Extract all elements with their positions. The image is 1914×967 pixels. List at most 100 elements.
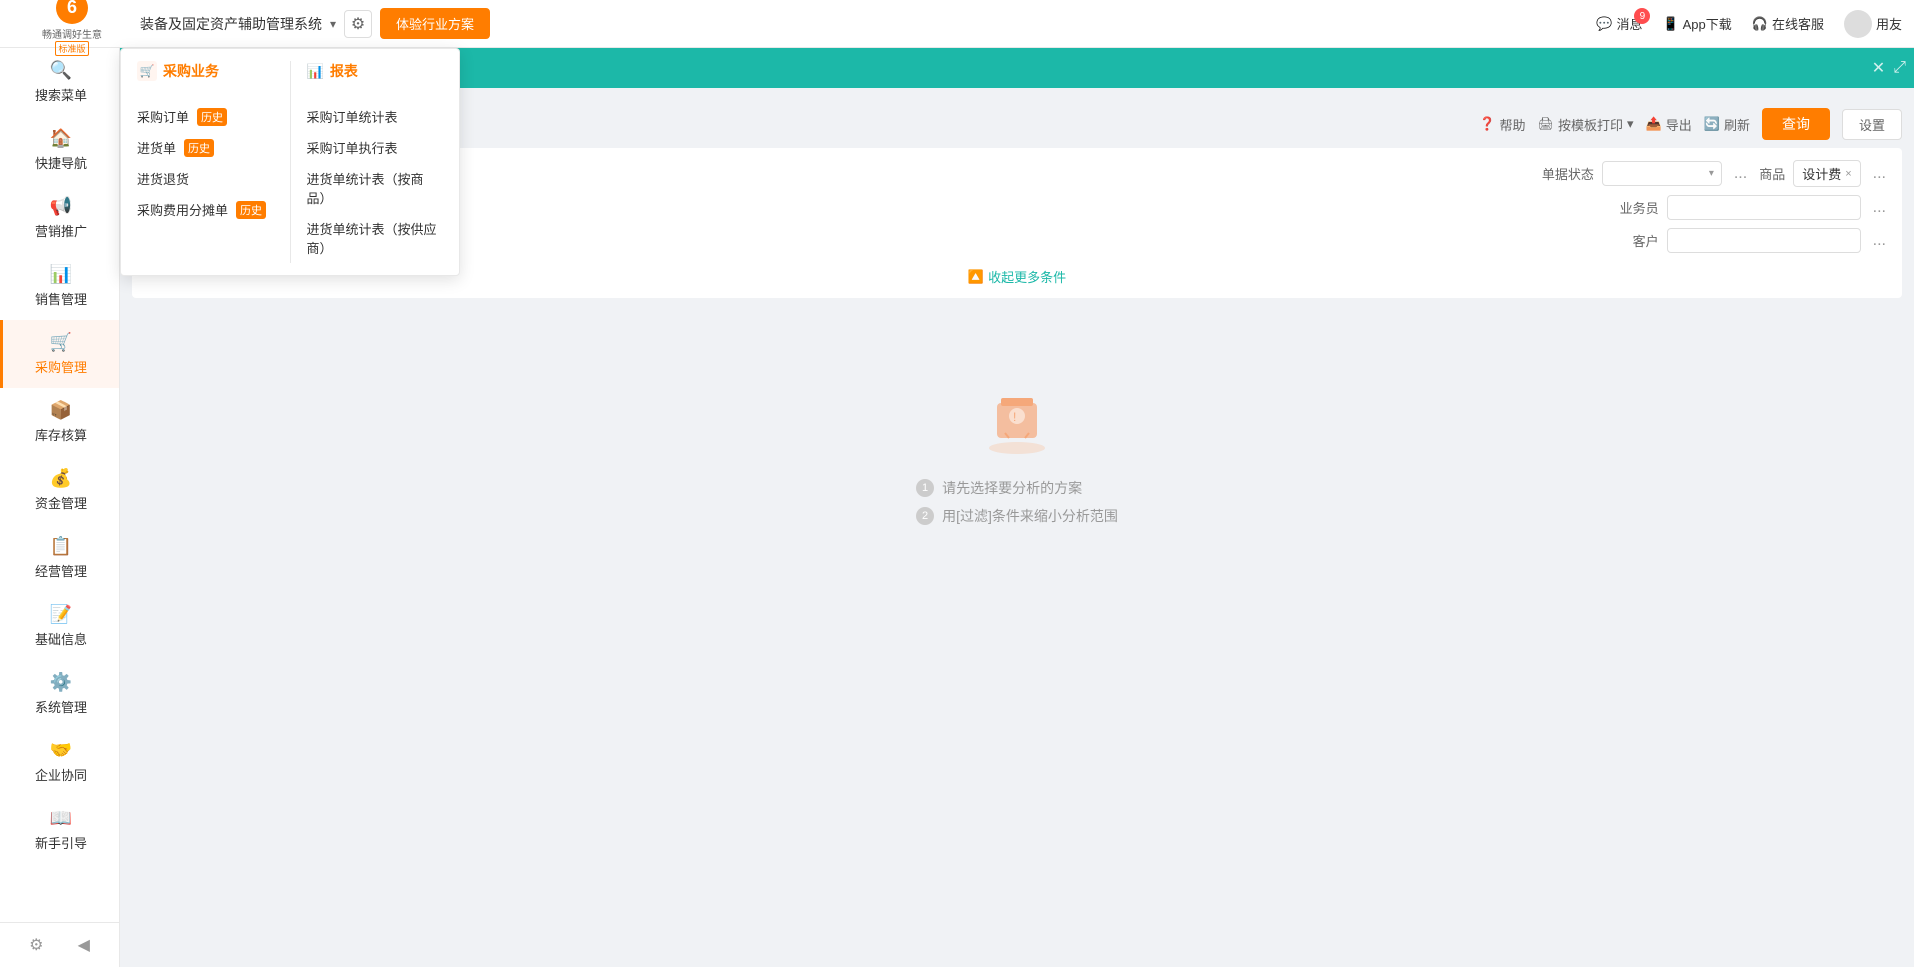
- sidebar-item-marketing[interactable]: 📢 营销推广: [0, 184, 119, 252]
- collapse-btn[interactable]: 🔼 收起更多条件: [968, 267, 1066, 286]
- system-dropdown-btn[interactable]: ▾: [330, 17, 336, 31]
- sidebar-settings-btn[interactable]: ⚙: [29, 935, 43, 955]
- app-download-btn[interactable]: 📱 App下载: [1662, 14, 1731, 33]
- sidebar-item-inventory[interactable]: 📦 库存核算: [0, 388, 119, 456]
- customer-label: 客户: [1633, 231, 1659, 250]
- sidebar-item-sales[interactable]: 📊 销售管理: [0, 252, 119, 320]
- sidebar-item-label-system: 系统管理: [35, 697, 87, 716]
- sidebar-item-system[interactable]: ⚙️ 系统管理: [0, 660, 119, 728]
- goods-ellipsis[interactable]: ...: [1873, 165, 1886, 183]
- purchase-biz-col: 🛒 采购业务 采购订单 历史 进货单 历史 进货退货 采购费用分摊单 历史: [121, 61, 290, 263]
- menu-purchase-return[interactable]: 进货退货: [137, 163, 274, 194]
- sidebar-item-label-quick-nav: 快捷导航: [35, 153, 87, 172]
- search-icon: 🔍: [50, 60, 72, 81]
- menu-purchase-return-label: 进货退货: [137, 169, 189, 188]
- sidebar-item-label-purchase: 采购管理: [35, 357, 87, 376]
- doc-status-label: 单据状态: [1542, 164, 1594, 183]
- tab-close-action[interactable]: ✕: [1872, 58, 1885, 78]
- empty-state: ! 1 请先选择要分析的方案 2 用[过滤]条件来缩小分析范围: [132, 298, 1902, 610]
- sidebar-collapse-btn[interactable]: ◀: [78, 935, 90, 955]
- messages-btn[interactable]: 💬 消息 9: [1596, 14, 1642, 33]
- guide-icon: 📖: [50, 808, 72, 829]
- menu-purchase-order[interactable]: 采购订单 历史: [137, 101, 274, 132]
- report-in-goods-label: 进货单统计表（按商品）: [307, 169, 444, 207]
- export-label: 导出: [1666, 115, 1692, 134]
- menu-purchase-expense[interactable]: 采购费用分摊单 历史: [137, 194, 274, 225]
- settings-btn[interactable]: 设置: [1842, 109, 1902, 140]
- settings-icon[interactable]: ⚙: [344, 10, 372, 38]
- doc-status-select[interactable]: [1602, 161, 1722, 186]
- menu-purchase-expense-label: 采购费用分摊单: [137, 200, 228, 219]
- sales-icon: 📊: [50, 264, 72, 285]
- sidebar-item-operation[interactable]: 📋 经营管理: [0, 524, 119, 592]
- customer-input[interactable]: [1667, 228, 1861, 253]
- salesperson-ellipsis[interactable]: ...: [1873, 199, 1886, 217]
- refresh-label: 刷新: [1724, 115, 1750, 134]
- system-icon: ⚙️: [50, 672, 72, 693]
- doc-status-select-wrapper: [1602, 161, 1722, 186]
- refresh-btn[interactable]: 🔄 刷新: [1704, 115, 1750, 134]
- print-icon: 🖨: [1538, 116, 1555, 132]
- salesperson-group: 业务员: [1620, 195, 1861, 220]
- headset-icon: 🎧: [1752, 16, 1768, 32]
- print-label: 按模板打印: [1558, 115, 1623, 134]
- sidebar-footer: ⚙ ◀: [0, 922, 119, 967]
- sidebar-item-label-sales: 销售管理: [35, 289, 87, 308]
- top-header: 6 畅通调好生意 标准版 装备及固定资产辅助管理系统 ▾ ⚙ 体验行业方案 💬 …: [0, 0, 1914, 48]
- tab-bar-right: ✕ ⤢: [1872, 58, 1914, 78]
- goods-tag-close[interactable]: ×: [1845, 168, 1851, 180]
- query-btn[interactable]: 查询: [1762, 108, 1830, 140]
- menu-report-order-stat[interactable]: 采购订单统计表: [307, 101, 444, 132]
- menu-report-order-exec[interactable]: 采购订单执行表: [307, 132, 444, 163]
- print-dropdown-icon: ▾: [1627, 116, 1634, 132]
- hint-dot-2: 2: [916, 507, 934, 525]
- basic-icon: 📝: [50, 604, 72, 625]
- sidebar-item-guide[interactable]: 📖 新手引导: [0, 796, 119, 864]
- operation-icon: 📋: [50, 536, 72, 557]
- logo-tagline: 畅通调好生意: [42, 26, 102, 41]
- help-btn[interactable]: ❓ 帮助: [1479, 115, 1525, 134]
- sidebar-item-quick-nav[interactable]: 🏠 快捷导航: [0, 116, 119, 184]
- sidebar-item-purchase[interactable]: 🛒 采购管理: [0, 320, 119, 388]
- home-icon: 🏠: [50, 128, 72, 149]
- tab-maximize-btn[interactable]: ⤢: [1893, 59, 1906, 77]
- sidebar-item-label-basic: 基础信息: [35, 629, 87, 648]
- sidebar-item-cooperation[interactable]: 🤝 企业协同: [0, 728, 119, 796]
- menu-report-in-goods[interactable]: 进货单统计表（按商品）: [307, 163, 444, 213]
- user-avatar: [1844, 10, 1872, 38]
- export-btn[interactable]: 📤 导出: [1646, 115, 1692, 134]
- print-btn[interactable]: 🖨 按模板打印 ▾: [1538, 115, 1634, 134]
- menu-report-in-supplier[interactable]: 进货单统计表（按供应商）: [307, 213, 444, 263]
- doc-status-ellipsis[interactable]: ...: [1734, 165, 1747, 183]
- report-in-supplier-label: 进货单统计表（按供应商）: [307, 219, 444, 257]
- hint-dot-1: 1: [916, 479, 934, 497]
- online-service-btn[interactable]: 🎧 在线客服: [1752, 14, 1824, 33]
- sidebar-item-label-finance: 资金管理: [35, 493, 87, 512]
- cooperation-icon: 🤝: [50, 740, 72, 761]
- salesperson-input[interactable]: [1667, 195, 1861, 220]
- user-btn[interactable]: 用友: [1844, 10, 1902, 38]
- sidebar-item-search[interactable]: 🔍 搜索菜单: [0, 48, 119, 116]
- header-right: 💬 消息 9 📱 App下载 🎧 在线客服 用友: [1596, 10, 1902, 38]
- purchase-order-history-badge: 历史: [197, 108, 227, 126]
- logo-badge: 标准版: [55, 41, 88, 56]
- report-col: 📊 报表 采购订单统计表 采购订单执行表 进货单统计表（按商品） 进货单统计表（…: [291, 61, 460, 263]
- help-label: 帮助: [1500, 115, 1526, 134]
- customer-ellipsis[interactable]: ...: [1873, 232, 1886, 250]
- sidebar-item-basic[interactable]: 📝 基础信息: [0, 592, 119, 660]
- doc-status-group: 单据状态: [1542, 161, 1722, 186]
- purchase-in-history-badge: 历史: [184, 139, 214, 157]
- empty-icon: !: [977, 378, 1057, 458]
- chevron-up-icon: 🔼: [968, 269, 984, 285]
- report-icon: 📊: [307, 63, 324, 80]
- sidebar-item-finance[interactable]: 💰 资金管理: [0, 456, 119, 524]
- salesperson-label: 业务员: [1620, 198, 1659, 217]
- purchase-icon: 🛒: [50, 332, 72, 353]
- menu-purchase-in[interactable]: 进货单 历史: [137, 132, 274, 163]
- goods-group: 商品 设计费 ×: [1759, 160, 1860, 187]
- dropdown-columns: 🛒 采购业务 采购订单 历史 进货单 历史 进货退货 采购费用分摊单 历史: [121, 61, 459, 263]
- industry-btn[interactable]: 体验行业方案: [380, 8, 490, 39]
- purchase-dropdown-menu: 🛒 采购业务 采购订单 历史 进货单 历史 进货退货 采购费用分摊单 历史: [120, 48, 460, 276]
- sidebar-item-label-search: 搜索菜单: [35, 85, 87, 104]
- finance-icon: 💰: [50, 468, 72, 489]
